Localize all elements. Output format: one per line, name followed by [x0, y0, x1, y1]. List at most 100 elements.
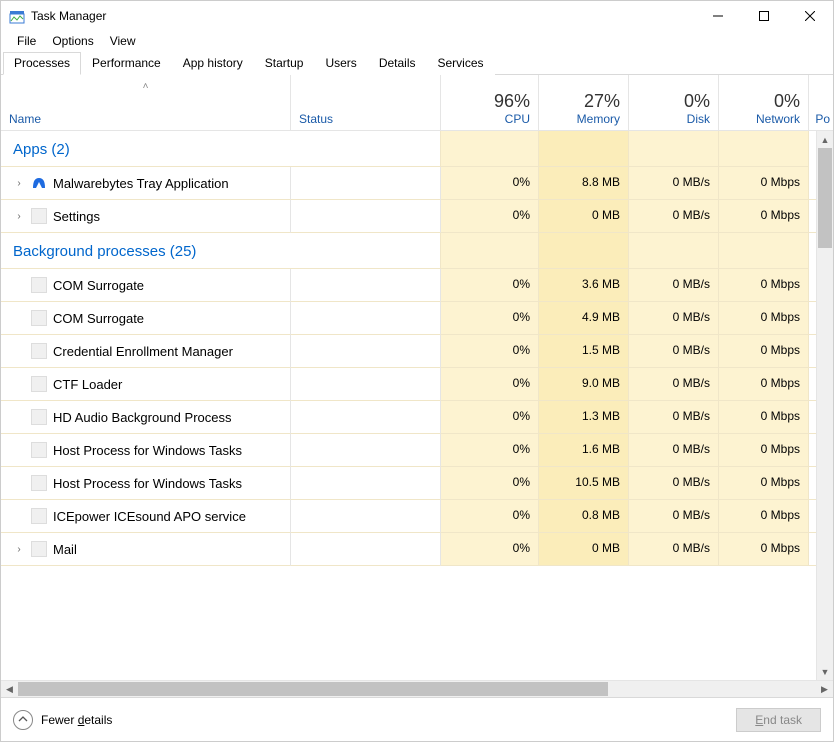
- process-network: 0 Mbps: [719, 467, 809, 500]
- column-cpu[interactable]: 96% CPU: [441, 75, 539, 131]
- process-table: ˄ Name Status 96% CPU 27% Memory 0% Disk…: [1, 75, 833, 697]
- process-status: [291, 401, 441, 434]
- tab-details[interactable]: Details: [368, 52, 427, 75]
- process-name: Settings: [53, 209, 100, 224]
- column-name[interactable]: ˄ Name: [1, 75, 291, 131]
- process-disk: 0 MB/s: [629, 200, 719, 233]
- process-status: [291, 335, 441, 368]
- generic-app-icon: [31, 442, 47, 458]
- tab-services[interactable]: Services: [427, 52, 495, 75]
- title-bar: Task Manager: [1, 1, 833, 31]
- process-disk: 0 MB/s: [629, 467, 719, 500]
- process-cpu: 0%: [441, 302, 539, 335]
- minimize-button[interactable]: [695, 1, 741, 31]
- end-task-button[interactable]: End task: [736, 708, 821, 732]
- process-cpu: 0%: [441, 167, 539, 200]
- process-memory: 0 MB: [539, 533, 629, 566]
- process-status: [291, 368, 441, 401]
- process-network: 0 Mbps: [719, 533, 809, 566]
- chevron-right-icon[interactable]: ›: [13, 211, 25, 222]
- generic-app-icon: [31, 409, 47, 425]
- close-button[interactable]: [787, 1, 833, 31]
- process-network: 0 Mbps: [719, 500, 809, 533]
- process-row-name[interactable]: COM Surrogate: [1, 302, 291, 335]
- process-network: 0 Mbps: [719, 200, 809, 233]
- chevron-right-icon[interactable]: ›: [13, 178, 25, 189]
- process-cpu: 0%: [441, 401, 539, 434]
- process-name: Mail: [53, 542, 77, 557]
- tab-users[interactable]: Users: [314, 52, 367, 75]
- fewer-details-link[interactable]: Fewer details: [41, 713, 112, 727]
- column-disk[interactable]: 0% Disk: [629, 75, 719, 131]
- scroll-down-icon[interactable]: ▼: [817, 663, 833, 680]
- process-disk: 0 MB/s: [629, 401, 719, 434]
- process-cpu: 0%: [441, 434, 539, 467]
- process-name: ICEpower ICEsound APO service: [53, 509, 246, 524]
- column-memory[interactable]: 27% Memory: [539, 75, 629, 131]
- process-row-name[interactable]: › Malwarebytes Tray Application: [1, 167, 291, 200]
- footer: Fewer details End task: [1, 697, 833, 741]
- process-status: [291, 500, 441, 533]
- vertical-scrollbar[interactable]: ▲ ▼: [816, 131, 833, 680]
- process-name: Host Process for Windows Tasks: [53, 476, 242, 491]
- process-row-name[interactable]: CTF Loader: [1, 368, 291, 401]
- process-name: Host Process for Windows Tasks: [53, 443, 242, 458]
- maximize-button[interactable]: [741, 1, 787, 31]
- process-cpu: 0%: [441, 467, 539, 500]
- column-network[interactable]: 0% Network: [719, 75, 809, 131]
- process-status: [291, 167, 441, 200]
- tab-startup[interactable]: Startup: [254, 52, 315, 75]
- scroll-left-icon[interactable]: ◀: [1, 681, 18, 697]
- column-status[interactable]: Status: [291, 75, 441, 131]
- menu-options[interactable]: Options: [44, 32, 101, 50]
- process-name: Credential Enrollment Manager: [53, 344, 233, 359]
- tab-processes[interactable]: Processes: [3, 52, 81, 75]
- process-row-name[interactable]: ICEpower ICEsound APO service: [1, 500, 291, 533]
- process-cpu: 0%: [441, 335, 539, 368]
- menu-file[interactable]: File: [9, 32, 44, 50]
- collapse-icon[interactable]: [13, 710, 33, 730]
- process-disk: 0 MB/s: [629, 533, 719, 566]
- process-name: Malwarebytes Tray Application: [53, 176, 229, 191]
- menu-view[interactable]: View: [102, 32, 144, 50]
- process-cpu: 0%: [441, 533, 539, 566]
- generic-app-icon: [31, 541, 47, 557]
- process-row-name[interactable]: HD Audio Background Process: [1, 401, 291, 434]
- process-memory: 1.6 MB: [539, 434, 629, 467]
- tab-bar: Processes Performance App history Startu…: [1, 51, 833, 75]
- process-row-name[interactable]: Host Process for Windows Tasks: [1, 467, 291, 500]
- process-row-name[interactable]: COM Surrogate: [1, 269, 291, 302]
- group-header: Background processes (25): [1, 233, 441, 269]
- process-network: 0 Mbps: [719, 368, 809, 401]
- process-row-name[interactable]: Host Process for Windows Tasks: [1, 434, 291, 467]
- tab-performance[interactable]: Performance: [81, 52, 172, 75]
- scroll-up-icon[interactable]: ▲: [817, 131, 833, 148]
- process-disk: 0 MB/s: [629, 368, 719, 401]
- generic-app-icon: [31, 508, 47, 524]
- process-memory: 10.5 MB: [539, 467, 629, 500]
- scroll-right-icon[interactable]: ▶: [816, 681, 833, 697]
- process-status: [291, 269, 441, 302]
- horizontal-scrollbar[interactable]: ◀ ▶: [1, 680, 833, 697]
- generic-app-icon: [31, 310, 47, 326]
- process-disk: 0 MB/s: [629, 434, 719, 467]
- vertical-scroll-thumb[interactable]: [818, 148, 832, 248]
- window-title: Task Manager: [31, 9, 106, 23]
- process-row-name[interactable]: › Settings: [1, 200, 291, 233]
- process-status: [291, 200, 441, 233]
- process-name: COM Surrogate: [53, 278, 144, 293]
- process-row-name[interactable]: › Mail: [1, 533, 291, 566]
- process-disk: 0 MB/s: [629, 167, 719, 200]
- generic-app-icon: [31, 208, 47, 224]
- column-power-truncated[interactable]: Po: [809, 75, 833, 131]
- process-row-name[interactable]: Credential Enrollment Manager: [1, 335, 291, 368]
- tab-app-history[interactable]: App history: [172, 52, 254, 75]
- process-name: COM Surrogate: [53, 311, 144, 326]
- horizontal-scroll-thumb[interactable]: [18, 682, 608, 696]
- process-memory: 1.5 MB: [539, 335, 629, 368]
- chevron-right-icon[interactable]: ›: [13, 544, 25, 555]
- process-disk: 0 MB/s: [629, 269, 719, 302]
- process-name: CTF Loader: [53, 377, 122, 392]
- process-disk: 0 MB/s: [629, 500, 719, 533]
- process-memory: 0 MB: [539, 200, 629, 233]
